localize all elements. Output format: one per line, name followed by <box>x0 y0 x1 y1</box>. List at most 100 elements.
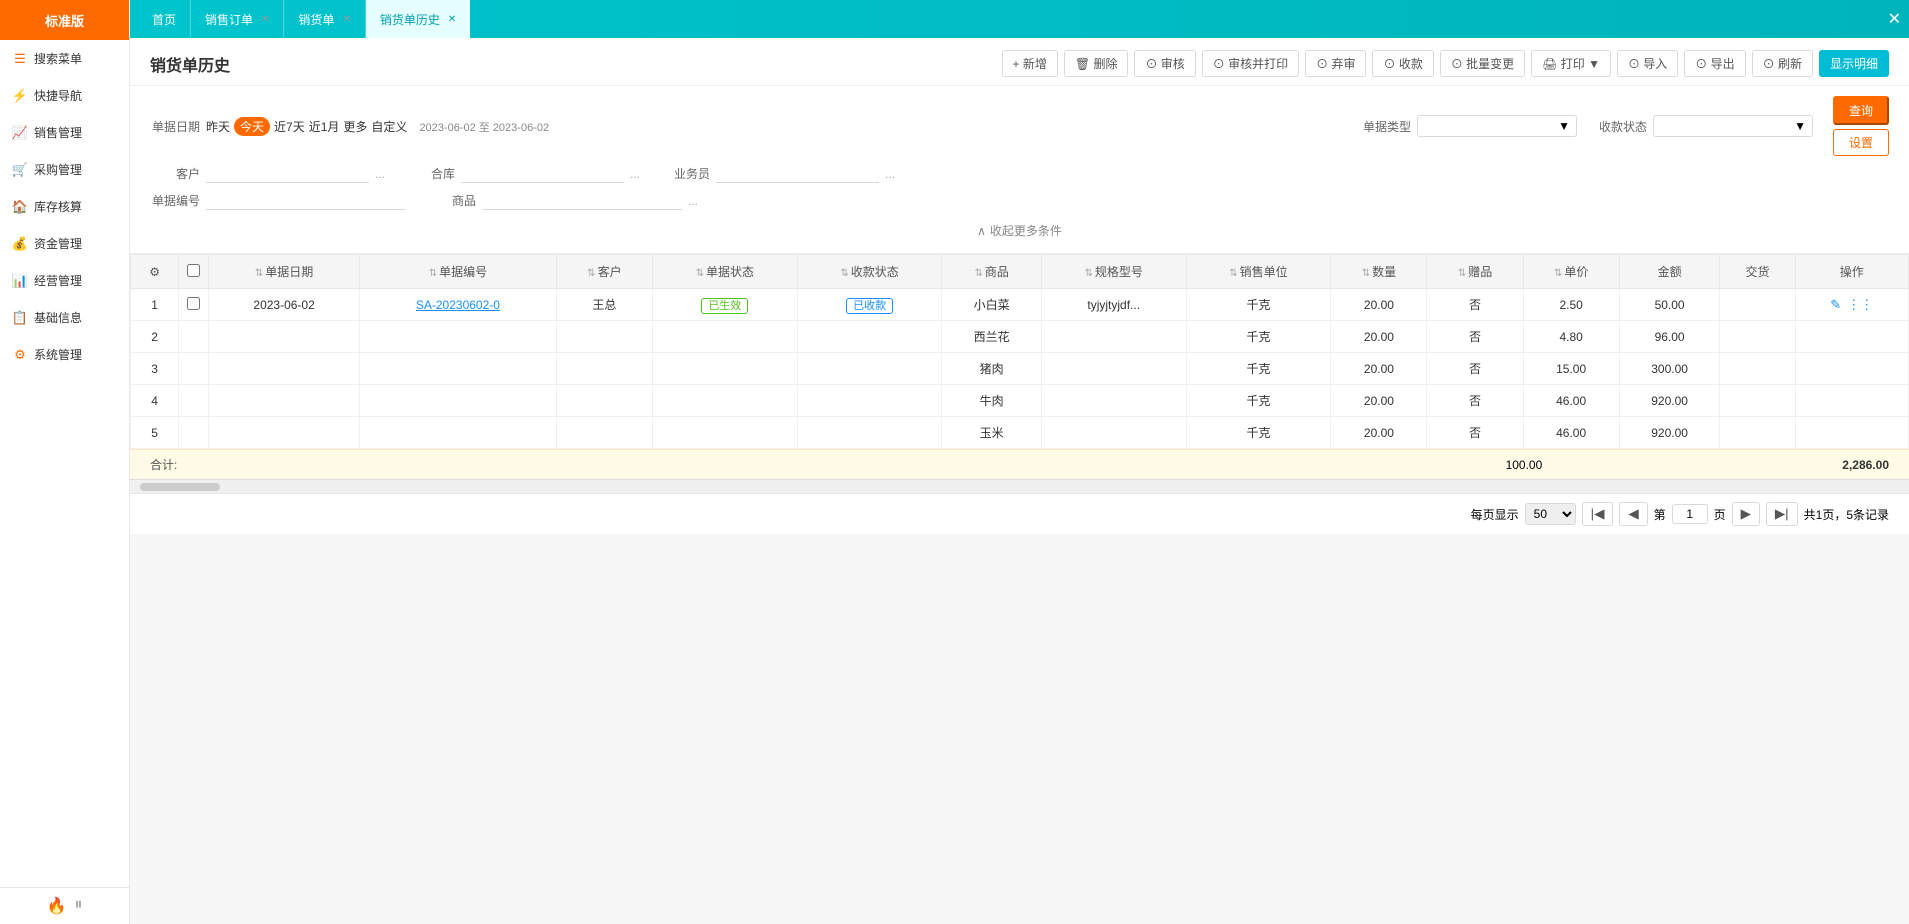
sidebar-item-purchase-mgmt[interactable]: 🛒 采购管理 <box>0 151 129 188</box>
row-trade <box>1720 385 1795 417</box>
row-doc-no[interactable] <box>360 353 557 385</box>
row-doc-no[interactable] <box>360 321 557 353</box>
delete-button[interactable]: 🗑 删除 <box>1064 50 1129 77</box>
row-doc-no[interactable]: SA-20230602-0 <box>360 289 557 321</box>
sidebar-item-operations[interactable]: 📊 经营管理 <box>0 262 129 299</box>
tab-sales-goods[interactable]: 销货单 ✕ <box>284 0 365 38</box>
pause-icon[interactable]: ⏸ <box>74 896 82 916</box>
query-button[interactable]: 查询 <box>1833 96 1889 125</box>
warehouse-input[interactable] <box>461 164 624 183</box>
col-customer[interactable]: 客户 <box>556 255 652 289</box>
col-collect-status[interactable]: 收款状态 <box>797 255 942 289</box>
warehouse-dots[interactable]: ... <box>630 167 640 181</box>
row-collect-status: 已收款 <box>797 289 942 321</box>
row-trade <box>1720 417 1795 449</box>
tab-sales-history[interactable]: 销货单历史 ✕ <box>366 0 470 38</box>
collect-button[interactable]: ⊙ 收款 <box>1372 50 1433 77</box>
col-unit[interactable]: 销售单位 <box>1186 255 1331 289</box>
staff-input[interactable] <box>716 164 879 183</box>
per-page-label: 每页显示 <box>1471 506 1519 523</box>
scrollbar-thumb[interactable] <box>140 483 220 491</box>
tab-home[interactable]: 首页 <box>138 0 191 38</box>
prev-page-button[interactable]: ◀ <box>1619 502 1647 526</box>
row-doc-no[interactable] <box>360 417 557 449</box>
row-select-checkbox[interactable] <box>187 297 200 310</box>
select-all-checkbox[interactable] <box>187 264 200 277</box>
row-spec: tyjyjtyjdf... <box>1041 289 1186 321</box>
refresh-button[interactable]: ⊙ 刷新 <box>1752 50 1813 77</box>
date-tag-today[interactable]: 今天 <box>234 117 270 136</box>
next-page-button[interactable]: ▶ <box>1732 502 1760 526</box>
tab-sales-goods-close[interactable]: ✕ <box>342 14 350 25</box>
window-close-button[interactable]: ✕ <box>1888 9 1901 29</box>
row-gift: 否 <box>1427 353 1523 385</box>
tab-sales-history-close[interactable]: ✕ <box>448 14 456 25</box>
doc-no-input[interactable] <box>206 191 406 210</box>
tab-sales-order-close[interactable]: ✕ <box>261 14 269 25</box>
goods-input[interactable] <box>482 191 682 210</box>
col-amount: 金额 <box>1619 255 1720 289</box>
sidebar-item-quick-nav[interactable]: ⚡ 快捷导航 <box>0 77 129 114</box>
horizontal-scrollbar[interactable] <box>130 479 1909 493</box>
page-label-2: 页 <box>1714 506 1726 523</box>
sidebar-item-finance[interactable]: 💰 资金管理 <box>0 225 129 262</box>
col-doc-date[interactable]: 单据日期 <box>209 255 360 289</box>
customer-dots[interactable]: ... <box>375 167 385 181</box>
last-page-button[interactable]: ▶| <box>1766 502 1798 526</box>
col-doc-status[interactable]: 单据状态 <box>652 255 797 289</box>
fire-icon[interactable]: 🔥 <box>47 896 67 916</box>
page-number-input[interactable] <box>1672 504 1708 524</box>
row-doc-no[interactable] <box>360 385 557 417</box>
col-spec[interactable]: 规格型号 <box>1041 255 1186 289</box>
row-amount: 50.00 <box>1619 289 1720 321</box>
audit-button[interactable]: ⊙ 审核 <box>1134 50 1195 77</box>
abandon-button[interactable]: ⊙ 弃审 <box>1305 50 1366 77</box>
edit-icon[interactable]: ✎ <box>1830 297 1841 313</box>
col-goods[interactable]: 商品 <box>942 255 1041 289</box>
doc-type-select[interactable]: ▼ <box>1417 115 1577 137</box>
sidebar-item-basic-info[interactable]: 📋 基础信息 <box>0 299 129 336</box>
sidebar-item-search-menu[interactable]: ☰ 搜索菜单 <box>0 40 129 77</box>
row-amount: 920.00 <box>1619 417 1720 449</box>
sidebar-item-inventory[interactable]: 🏠 库存核算 <box>0 188 129 225</box>
print-button[interactable]: 🖨 打印 ▼ <box>1531 50 1611 77</box>
date-tag-custom[interactable]: 自定义 <box>371 118 407 135</box>
row-spec <box>1041 385 1186 417</box>
row-doc-status: 已生效 <box>652 289 797 321</box>
sidebar-item-label: 搜索菜单 <box>34 50 82 67</box>
row-actions[interactable]: ✎ ⋮⋮ <box>1795 289 1908 321</box>
sidebar-item-sales-mgmt[interactable]: 📈 销售管理 <box>0 114 129 151</box>
row-amount: 920.00 <box>1619 385 1720 417</box>
date-tag-7days[interactable]: 近7天 <box>274 118 305 135</box>
per-page-select[interactable]: 50 100 200 <box>1525 503 1576 525</box>
row-number: 3 <box>131 353 179 385</box>
col-trade: 交货 <box>1720 255 1795 289</box>
export-button[interactable]: ⊙ 导出 <box>1684 50 1745 77</box>
tab-sales-order[interactable]: 销售订单 ✕ <box>191 0 284 38</box>
audit-print-button[interactable]: ⊙ 审核并打印 <box>1202 50 1299 77</box>
col-price[interactable]: 单价 <box>1523 255 1619 289</box>
staff-dots[interactable]: ... <box>885 167 895 181</box>
sidebar-item-system-mgmt[interactable]: ⚙ 系统管理 <box>0 336 129 373</box>
col-gear[interactable]: ⚙ <box>131 255 179 289</box>
data-table: ⚙ 单据日期 单据编号 客户 单据状态 收款状态 商品 规格型号 销售单位 数量… <box>130 254 1909 449</box>
col-qty[interactable]: 数量 <box>1331 255 1427 289</box>
import-button[interactable]: ⊙ 导入 <box>1617 50 1678 77</box>
col-gift[interactable]: 赠品 <box>1427 255 1523 289</box>
date-tag-1month[interactable]: 近1月 <box>309 118 340 135</box>
collect-status-select[interactable]: ▼ <box>1653 115 1813 137</box>
col-checkbox[interactable] <box>179 255 209 289</box>
date-tag-more[interactable]: 更多 <box>343 118 367 135</box>
goods-dots[interactable]: ... <box>688 194 698 208</box>
first-page-button[interactable]: |◀ <box>1582 502 1614 526</box>
col-doc-no[interactable]: 单据编号 <box>360 255 557 289</box>
doc-no-link[interactable]: SA-20230602-0 <box>416 298 500 312</box>
collapse-button[interactable]: ∧ 收起更多条件 <box>150 218 1889 243</box>
new-button[interactable]: + 新增 <box>1002 50 1058 77</box>
more-actions-icon[interactable]: ⋮⋮ <box>1847 297 1873 313</box>
set-button[interactable]: 设置 <box>1833 129 1889 156</box>
show-detail-button[interactable]: 显示明细 <box>1819 50 1889 77</box>
batch-change-button[interactable]: ⊙ 批量变更 <box>1440 50 1525 77</box>
date-tag-yesterday[interactable]: 昨天 <box>206 118 230 135</box>
customer-input[interactable] <box>206 164 369 183</box>
